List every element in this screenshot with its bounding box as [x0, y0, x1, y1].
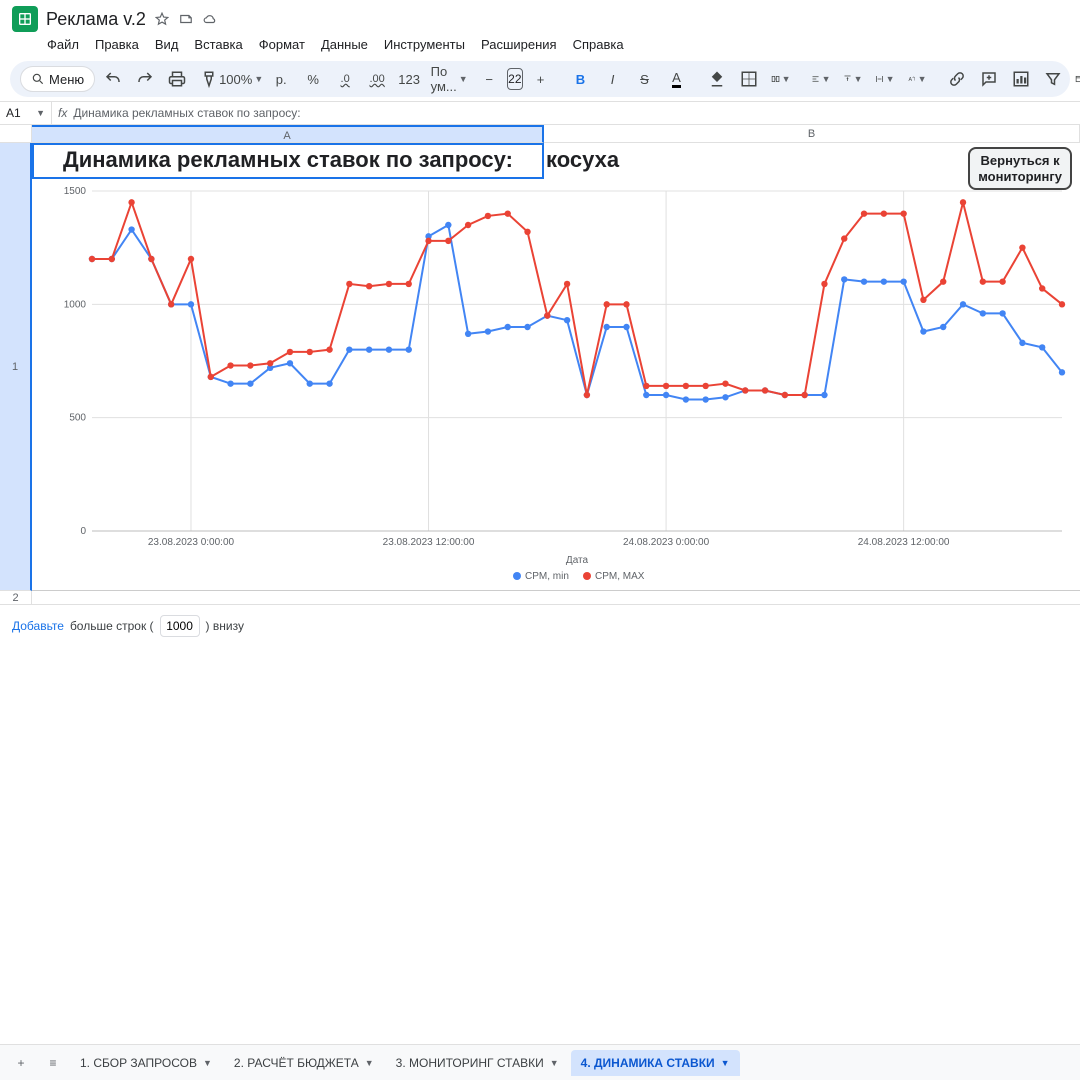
increase-decimal-btn[interactable]: .00: [363, 65, 391, 93]
col-header-b[interactable]: B: [544, 125, 1080, 143]
merge-icon[interactable]: ▼: [767, 65, 795, 93]
print-icon[interactable]: [163, 65, 191, 93]
svg-text:1000: 1000: [64, 299, 87, 310]
bold-btn[interactable]: B: [567, 65, 595, 93]
halign-icon[interactable]: ▼: [807, 65, 835, 93]
svg-text:500: 500: [69, 413, 86, 424]
doc-title[interactable]: Реклама v.2: [46, 9, 146, 30]
star-icon[interactable]: [154, 11, 170, 27]
fill-color-icon[interactable]: [703, 65, 731, 93]
svg-text:CPM, MAX: CPM, MAX: [595, 571, 645, 582]
cell-row-2[interactable]: [32, 591, 1080, 605]
tab-3[interactable]: 3. МОНИТОРИНГ СТАВКИ▼: [386, 1050, 569, 1076]
add-rows-input[interactable]: [160, 615, 200, 637]
select-all-corner[interactable]: [0, 125, 32, 143]
cloud-saved-icon[interactable]: [202, 11, 218, 27]
fontsize-input[interactable]: 22: [507, 68, 522, 90]
formula-input[interactable]: Динамика рекламных ставок по запросу:: [73, 106, 300, 120]
svg-text:23.08.2023 12:00:00: 23.08.2023 12:00:00: [383, 537, 475, 548]
menu-help[interactable]: Справка: [566, 34, 631, 55]
sheet-tabs-bar: + ≡ 1. СБОР ЗАПРОСОВ▼ 2. РАСЧЁТ БЮДЖЕТА▼…: [0, 1044, 1080, 1080]
menu-view[interactable]: Вид: [148, 34, 186, 55]
borders-icon[interactable]: [735, 65, 763, 93]
col-header-a[interactable]: A: [32, 125, 544, 143]
add-rows-label-1: больше строк (: [70, 619, 154, 633]
row-header-1[interactable]: 1: [0, 143, 32, 591]
svg-text:CPM, min: CPM, min: [525, 571, 569, 582]
tab-4[interactable]: 4. ДИНАМИКА СТАВКИ▼: [571, 1050, 740, 1076]
wrap-icon[interactable]: ▼: [871, 65, 899, 93]
svg-text:A: A: [908, 77, 912, 83]
rotate-icon[interactable]: A▼: [903, 65, 931, 93]
menu-insert[interactable]: Вставка: [187, 34, 249, 55]
chart-title-b: косуха: [546, 147, 619, 173]
chart-icon[interactable]: [1007, 65, 1035, 93]
fontsize-inc-btn[interactable]: +: [527, 65, 555, 93]
sheets-logo[interactable]: [12, 6, 38, 32]
cell-a1-b1[interactable]: Динамика рекламных ставок по запросу: ко…: [32, 143, 1080, 591]
svg-text:23.08.2023 0:00:00: 23.08.2023 0:00:00: [148, 537, 235, 548]
menu-extensions[interactable]: Расширения: [474, 34, 564, 55]
zoom-select[interactable]: 100%▼: [227, 65, 255, 93]
row-header-2[interactable]: 2: [0, 591, 32, 605]
fx-icon: fx: [52, 106, 73, 120]
menu-tools[interactable]: Инструменты: [377, 34, 472, 55]
search-menu[interactable]: Меню: [20, 66, 95, 92]
menu-data[interactable]: Данные: [314, 34, 375, 55]
currency-btn[interactable]: р.: [267, 65, 295, 93]
tab-2[interactable]: 2. РАСЧЁТ БЮДЖЕТА▼: [224, 1050, 384, 1076]
add-rows-link[interactable]: Добавьте: [12, 619, 64, 633]
comment-icon[interactable]: [975, 65, 1003, 93]
percent-btn[interactable]: %: [299, 65, 327, 93]
filter-views-icon[interactable]: ▼: [1071, 65, 1080, 93]
chart-title-a: Динамика рекламных ставок по запросу:: [32, 147, 544, 173]
menu-file[interactable]: Файл: [40, 34, 86, 55]
link-icon[interactable]: [943, 65, 971, 93]
svg-text:1500: 1500: [64, 186, 87, 197]
formula-bar: A1▼ fx Динамика рекламных ставок по запр…: [0, 101, 1080, 125]
menu-format[interactable]: Формат: [252, 34, 312, 55]
undo-icon[interactable]: [99, 65, 127, 93]
selection-outline: [32, 143, 544, 179]
line-chart[interactable]: 0 500 1000 1500 23.08.2023 0:00:00 23.08.2023…: [42, 181, 1072, 591]
svg-text:24.08.2023 0:00:00: 24.08.2023 0:00:00: [623, 537, 710, 548]
name-box[interactable]: A1▼: [0, 102, 52, 124]
add-sheet-icon[interactable]: +: [6, 1048, 36, 1078]
filter-icon[interactable]: [1039, 65, 1067, 93]
fontsize-dec-btn[interactable]: −: [475, 65, 503, 93]
strike-btn[interactable]: S: [631, 65, 659, 93]
add-rows-control: Добавьте больше строк ( ) внизу: [0, 605, 1080, 647]
italic-btn[interactable]: I: [599, 65, 627, 93]
menu-edit[interactable]: Правка: [88, 34, 146, 55]
redo-icon[interactable]: [131, 65, 159, 93]
svg-text:24.08.2023 12:00:00: 24.08.2023 12:00:00: [858, 537, 950, 548]
toolbar: Меню 100%▼ р. % .0 .00 123 По ум...▼ − 2…: [10, 61, 1070, 97]
svg-text:Дата: Дата: [566, 555, 589, 566]
font-select[interactable]: По ум...▼: [435, 65, 463, 93]
text-color-btn[interactable]: A: [663, 65, 691, 93]
move-icon[interactable]: [178, 11, 194, 27]
decrease-decimal-btn[interactable]: .0: [331, 65, 359, 93]
number-format-btn[interactable]: 123: [395, 65, 423, 93]
search-menu-label: Меню: [49, 72, 84, 87]
tab-1[interactable]: 1. СБОР ЗАПРОСОВ▼: [70, 1050, 222, 1076]
svg-text:0: 0: [80, 526, 86, 537]
valign-icon[interactable]: ▼: [839, 65, 867, 93]
add-rows-label-2: ) внизу: [206, 619, 244, 633]
all-sheets-icon[interactable]: ≡: [38, 1048, 68, 1078]
menu-bar: Файл Правка Вид Вставка Формат Данные Ин…: [0, 34, 1080, 59]
